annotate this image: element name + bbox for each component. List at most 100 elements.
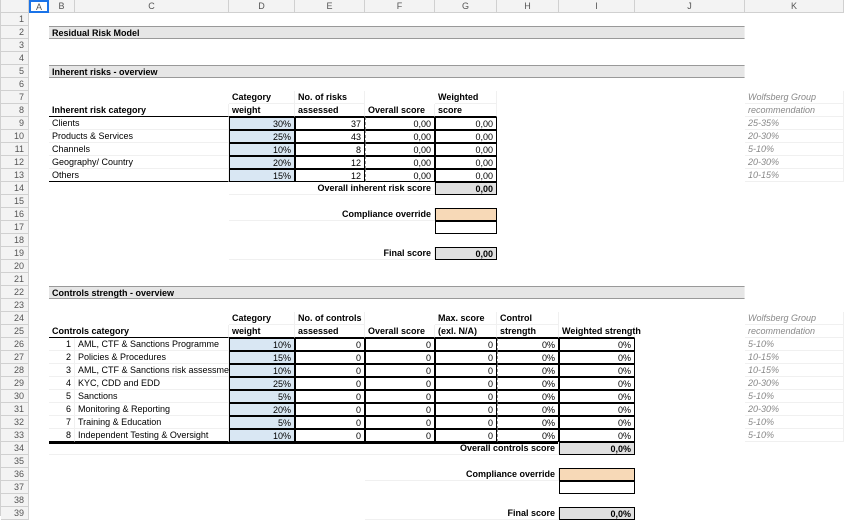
ctrl-score: 0: [365, 403, 435, 416]
col-F[interactable]: F: [365, 0, 435, 13]
row-24[interactable]: 24: [1, 312, 29, 325]
col-J[interactable]: J: [635, 0, 745, 13]
ctrl-weight[interactable]: 5%: [229, 416, 295, 429]
row-21[interactable]: 21: [1, 273, 29, 286]
ctrl-strength: 0%: [497, 364, 559, 377]
risk-weight[interactable]: 20%: [229, 156, 295, 169]
row-13[interactable]: 13: [1, 169, 29, 182]
risk-num: 37: [295, 117, 365, 130]
hdr-num-a: No. of risks: [295, 91, 365, 104]
col-B[interactable]: B: [49, 0, 75, 13]
row-18[interactable]: 18: [1, 234, 29, 247]
row-20[interactable]: 20: [1, 260, 29, 273]
risk-weight[interactable]: 15%: [229, 169, 295, 182]
row-9[interactable]: 9: [1, 117, 29, 130]
row-25[interactable]: 25: [1, 325, 29, 338]
ctrl-rec: 20-30%: [745, 377, 844, 390]
row-33[interactable]: 33: [1, 429, 29, 442]
row-3[interactable]: 3: [1, 39, 29, 52]
row-14[interactable]: 14: [1, 182, 29, 195]
risk-weight[interactable]: 25%: [229, 130, 295, 143]
row-6[interactable]: 6: [1, 78, 29, 91]
row-31[interactable]: 31: [1, 403, 29, 416]
override-input-b[interactable]: [559, 468, 635, 481]
col-A[interactable]: A: [29, 0, 49, 13]
row-16[interactable]: 16: [1, 208, 29, 221]
row-27[interactable]: 27: [1, 351, 29, 364]
ctrl-weight[interactable]: 20%: [229, 403, 295, 416]
overall-risk-label: Overall inherent risk score: [229, 182, 435, 195]
ctrl-name: Independent Testing & Oversight: [75, 429, 229, 442]
ctrl-weight[interactable]: 25%: [229, 377, 295, 390]
row-17[interactable]: 17: [1, 221, 29, 234]
ctrl-max: 0: [435, 377, 497, 390]
risk-weight[interactable]: 30%: [229, 117, 295, 130]
row-2[interactable]: 2: [1, 26, 29, 39]
b-ws: Weighted strength: [559, 325, 635, 338]
row-39[interactable]: 39: [1, 507, 29, 520]
hdr-wscore-b: score: [435, 104, 497, 117]
col-I[interactable]: I: [559, 0, 635, 13]
col-D[interactable]: D: [229, 0, 295, 13]
col-K[interactable]: K: [745, 0, 844, 13]
row-10[interactable]: 10: [1, 130, 29, 143]
row-36[interactable]: 36: [1, 468, 29, 481]
ctrl-max: 0: [435, 429, 497, 442]
ctrl-score: 0: [365, 364, 435, 377]
row-23[interactable]: 23: [1, 299, 29, 312]
row-30[interactable]: 30: [1, 390, 29, 403]
col-H[interactable]: H: [497, 0, 559, 13]
ctrl-assessed: 0: [295, 429, 365, 442]
risk-weight[interactable]: 10%: [229, 143, 295, 156]
row-37[interactable]: 37: [1, 481, 29, 494]
risk-rec: 10-15%: [745, 169, 844, 182]
ctrl-rec: 20-30%: [745, 403, 844, 416]
row-7[interactable]: 7: [1, 91, 29, 104]
row-15[interactable]: 15: [1, 195, 29, 208]
row-32[interactable]: 32: [1, 416, 29, 429]
b-num-a: No. of controls: [295, 312, 365, 325]
ctrl-weight[interactable]: 10%: [229, 338, 295, 351]
ctrl-weight[interactable]: 15%: [229, 351, 295, 364]
row-5[interactable]: 5: [1, 65, 29, 78]
ctrl-ws: 0%: [559, 403, 635, 416]
row-29[interactable]: 29: [1, 377, 29, 390]
row-12[interactable]: 12: [1, 156, 29, 169]
row-26[interactable]: 26: [1, 338, 29, 351]
row-22[interactable]: 22: [1, 286, 29, 299]
ctrl-strength: 0%: [497, 377, 559, 390]
row-19[interactable]: 19: [1, 247, 29, 260]
overall-ctrl-value: 0,0%: [559, 442, 635, 455]
row-28[interactable]: 28: [1, 364, 29, 377]
override-input-a2[interactable]: [435, 221, 497, 234]
row-4[interactable]: 4: [1, 52, 29, 65]
risk-wscore: 0,00: [435, 117, 497, 130]
ctrl-weight[interactable]: 5%: [229, 390, 295, 403]
col-G[interactable]: G: [435, 0, 497, 13]
risk-wscore: 0,00: [435, 156, 497, 169]
b-cat: Controls category: [49, 325, 229, 338]
override-input-a[interactable]: [435, 208, 497, 221]
row-1[interactable]: 1: [1, 13, 29, 26]
rec-hdr2: recommendation: [745, 104, 844, 117]
corner[interactable]: [1, 0, 29, 13]
risk-name: Products & Services: [49, 130, 229, 143]
ctrl-assessed: 0: [295, 338, 365, 351]
ctrl-weight[interactable]: 10%: [229, 429, 295, 442]
row-35[interactable]: 35: [1, 455, 29, 468]
col-C[interactable]: C: [75, 0, 229, 13]
row-11[interactable]: 11: [1, 143, 29, 156]
row-8[interactable]: 8: [1, 104, 29, 117]
spreadsheet-grid[interactable]: ABCDEFGHIJK12345678910111213141516171819…: [0, 0, 844, 516]
final-value-b: 0,0%: [559, 507, 635, 520]
ctrl-weight[interactable]: 10%: [229, 364, 295, 377]
ctrl-rec: 5-10%: [745, 338, 844, 351]
col-E[interactable]: E: [295, 0, 365, 13]
row-38[interactable]: 38: [1, 494, 29, 507]
rec-hdr1: Wolfsberg Group: [745, 91, 844, 104]
override-input-b2[interactable]: [559, 481, 635, 494]
row-34[interactable]: 34: [1, 442, 29, 455]
risk-score: 0,00: [365, 130, 435, 143]
ctrl-strength: 0%: [497, 416, 559, 429]
ctrl-num: 8: [49, 429, 75, 442]
